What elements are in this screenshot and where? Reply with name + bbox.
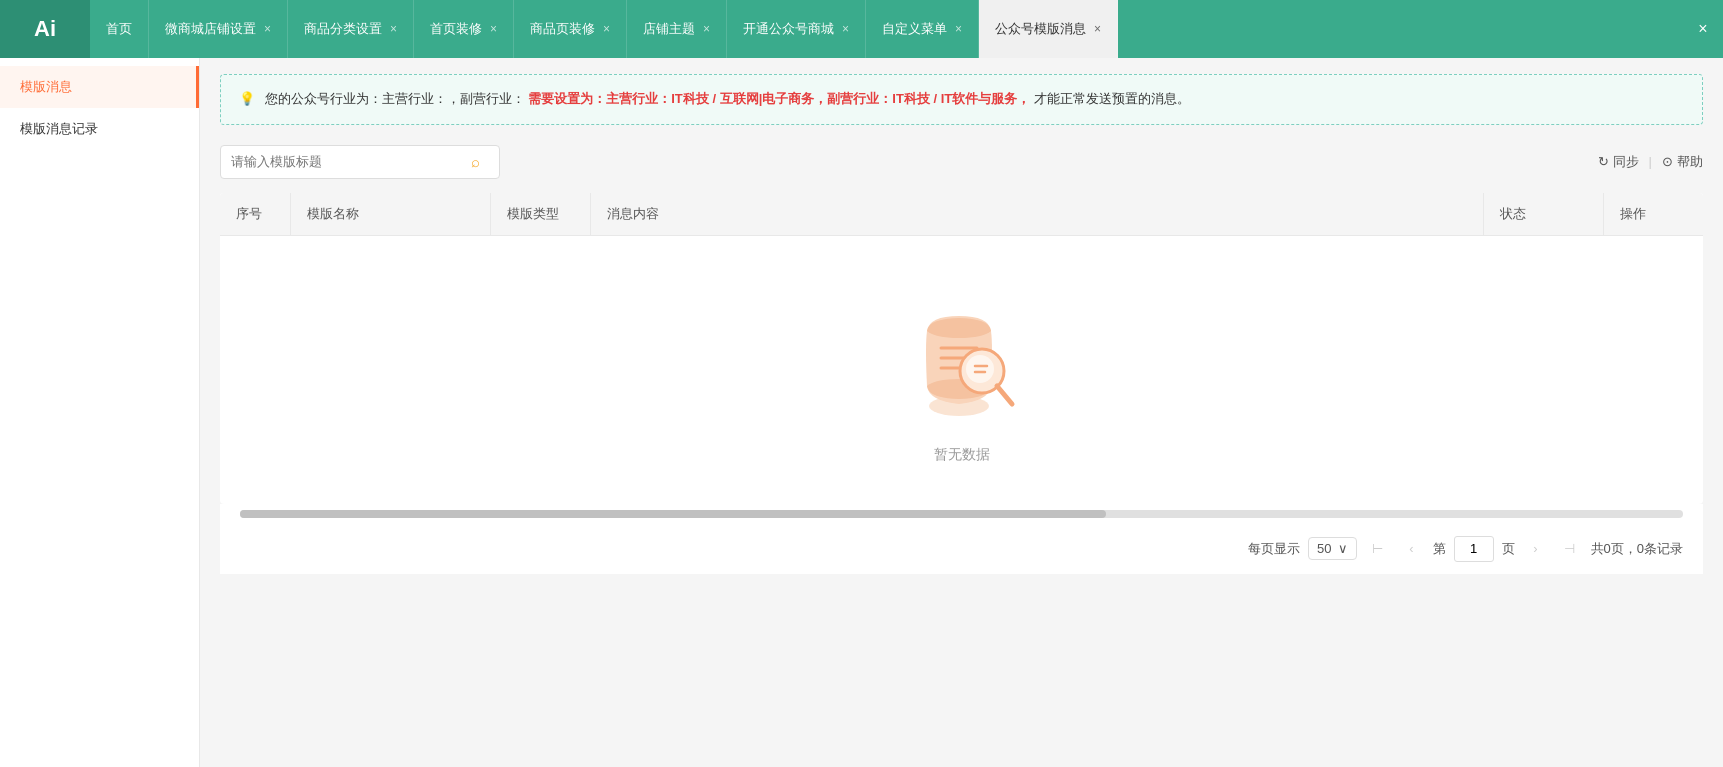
notice-box: 💡 您的公众号行业为：主营行业：，副营行业： 需要设置为：主营行业：IT科技 /… (220, 74, 1703, 125)
col-content: 消息内容 (590, 193, 1483, 236)
sidebar-item-template-message-log[interactable]: 模版消息记录 (0, 108, 199, 150)
horizontal-scrollbar[interactable] (220, 504, 1703, 524)
page-label: 页 (1502, 540, 1515, 558)
pagination-row: 每页显示 50 ∨ ⊢ ‹ 第 页 › ⊣ 共0页，0条记录 (220, 524, 1703, 574)
help-icon: ⊙ (1662, 154, 1673, 169)
page-size-label: 每页显示 (1248, 540, 1300, 558)
nav-tab-custom-menu[interactable]: 自定义菜单 × (866, 0, 979, 58)
last-page-button[interactable]: ⊣ (1557, 536, 1583, 562)
app-logo: Ai (0, 0, 90, 58)
table-body: 暂无数据 (220, 235, 1703, 504)
empty-text: 暂无数据 (934, 446, 990, 464)
help-button[interactable]: ⊙ 帮助 (1662, 153, 1703, 171)
sync-label: 同步 (1613, 153, 1639, 171)
main-layout: 模版消息 模版消息记录 💡 您的公众号行业为：主营行业：，副营行业： 需要设置为… (0, 58, 1723, 767)
toolbar-right: ↻ 同步 | ⊙ 帮助 (1598, 153, 1703, 171)
nav-tab-category[interactable]: 商品分类设置 × (288, 0, 414, 58)
empty-illustration (897, 296, 1027, 426)
first-page-button[interactable]: ⊢ (1365, 536, 1391, 562)
search-icon[interactable]: ⌕ (471, 153, 480, 170)
divider: | (1649, 154, 1652, 169)
close-all-tabs-button[interactable]: × (1683, 0, 1723, 58)
nav-tab-store-settings[interactable]: 微商城店铺设置 × (149, 0, 288, 58)
next-page-button[interactable]: › (1523, 536, 1549, 562)
nav-tab-product-decor-close[interactable]: × (603, 22, 610, 36)
nav-tab-category-close[interactable]: × (390, 22, 397, 36)
nav-tab-store-settings-label: 微商城店铺设置 (165, 20, 256, 38)
empty-state: 暂无数据 (220, 236, 1703, 504)
nav-tab-open-mall-close[interactable]: × (842, 22, 849, 36)
sync-button[interactable]: ↻ 同步 (1598, 153, 1639, 171)
nav-tab-template-msg-label: 公众号模版消息 (995, 20, 1086, 38)
nav-tab-product-decor-label: 商品页装修 (530, 20, 595, 38)
prev-page-button[interactable]: ‹ (1399, 536, 1425, 562)
sidebar-item-template-message-log-label: 模版消息记录 (20, 121, 98, 136)
jump-label: 第 (1433, 540, 1446, 558)
page-number-input[interactable] (1454, 536, 1494, 562)
total-info: 共0页，0条记录 (1591, 540, 1683, 558)
col-status: 状态 (1483, 193, 1603, 236)
nav-tab-theme[interactable]: 店铺主题 × (627, 0, 727, 58)
notice-suffix: 才能正常发送预置的消息。 (1034, 91, 1190, 106)
sync-icon: ↻ (1598, 154, 1609, 169)
nav-tab-open-mall-label: 开通公众号商城 (743, 20, 834, 38)
help-label: 帮助 (1677, 153, 1703, 171)
col-seq: 序号 (220, 193, 290, 236)
nav-tab-category-label: 商品分类设置 (304, 20, 382, 38)
nav-tab-home-decor-label: 首页装修 (430, 20, 482, 38)
page-size-dropdown-icon: ∨ (1338, 541, 1348, 556)
notice-highlight: 需要设置为：主营行业：IT科技 / 互联网|电子商务，副营行业：IT科技 / I… (528, 91, 1030, 106)
sidebar-item-template-message-label: 模版消息 (20, 79, 72, 94)
nav-tab-template-msg-close[interactable]: × (1094, 22, 1101, 36)
empty-row: 暂无数据 (220, 235, 1703, 504)
nav-tab-theme-close[interactable]: × (703, 22, 710, 36)
col-action: 操作 (1603, 193, 1703, 236)
col-name: 模版名称 (290, 193, 490, 236)
nav-tabs-container: 首页 微商城店铺设置 × 商品分类设置 × 首页装修 × 商品页装修 × 店铺主… (90, 0, 1683, 58)
nav-tab-home-decor[interactable]: 首页装修 × (414, 0, 514, 58)
data-table: 序号 模版名称 模版类型 消息内容 状态 操作 (220, 193, 1703, 504)
top-navigation: Ai 首页 微商城店铺设置 × 商品分类设置 × 首页装修 × 商品页装修 × … (0, 0, 1723, 58)
nav-tab-store-settings-close[interactable]: × (264, 22, 271, 36)
content-area: 💡 您的公众号行业为：主营行业：，副营行业： 需要设置为：主营行业：IT科技 /… (200, 58, 1723, 767)
scrollbar-track[interactable] (240, 510, 1683, 518)
nav-tab-home-label: 首页 (106, 20, 132, 38)
nav-tab-custom-menu-label: 自定义菜单 (882, 20, 947, 38)
nav-tab-template-msg[interactable]: 公众号模版消息 × (979, 0, 1118, 58)
table-header-row: 序号 模版名称 模版类型 消息内容 状态 操作 (220, 193, 1703, 236)
nav-tab-home[interactable]: 首页 (90, 0, 149, 58)
col-type: 模版类型 (490, 193, 590, 236)
search-input[interactable] (231, 154, 471, 169)
page-size-select[interactable]: 50 ∨ (1308, 537, 1356, 560)
sidebar-item-template-message[interactable]: 模版消息 (0, 66, 199, 108)
page-size-value: 50 (1317, 541, 1331, 556)
nav-tab-theme-label: 店铺主题 (643, 20, 695, 38)
search-input-wrap[interactable]: ⌕ (220, 145, 500, 179)
notice-lightbulb-icon: 💡 (239, 91, 255, 106)
scrollbar-thumb[interactable] (240, 510, 1106, 518)
nav-tab-product-decor[interactable]: 商品页装修 × (514, 0, 627, 58)
notice-prefix: 您的公众号行业为：主营行业：，副营行业： (265, 91, 525, 106)
svg-line-6 (997, 386, 1012, 404)
nav-tab-open-mall[interactable]: 开通公众号商城 × (727, 0, 866, 58)
nav-tab-home-decor-close[interactable]: × (490, 22, 497, 36)
nav-tab-custom-menu-close[interactable]: × (955, 22, 962, 36)
search-row: ⌕ ↻ 同步 | ⊙ 帮助 (220, 145, 1703, 179)
svg-point-5 (966, 355, 994, 383)
sidebar: 模版消息 模版消息记录 (0, 58, 200, 767)
